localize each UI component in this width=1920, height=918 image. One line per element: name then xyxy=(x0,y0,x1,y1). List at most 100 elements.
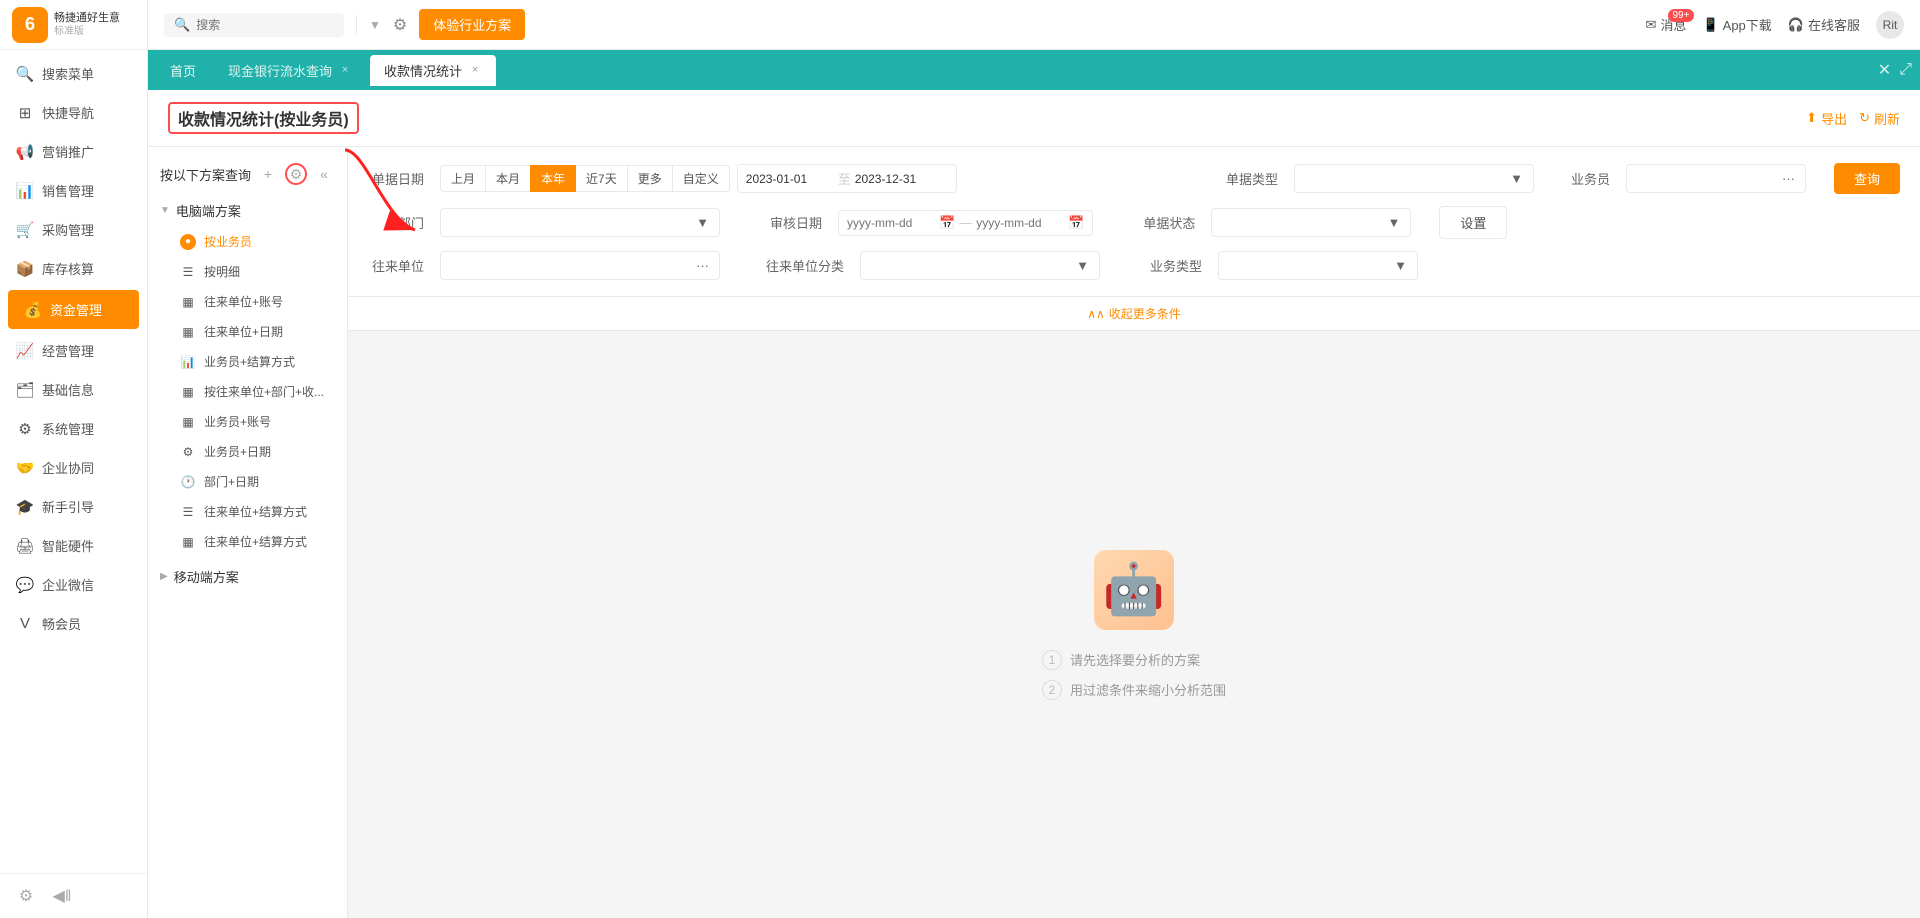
sidebar-item-enterprise[interactable]: 🤝 企业协同 xyxy=(0,448,147,487)
customer-category-dropdown[interactable]: ▼ xyxy=(860,251,1100,280)
scheme-item-customer-date[interactable]: ▦ 往来单位+日期 xyxy=(152,317,343,346)
scheme-item-by-salesperson[interactable]: ● 按业务员 xyxy=(152,227,343,256)
query-button[interactable]: 查询 xyxy=(1834,163,1900,194)
dept-arrow-icon: ▼ xyxy=(696,215,709,230)
tip-num-1: 1 xyxy=(1042,650,1062,670)
tab-bank-flow[interactable]: 现金银行流水查询 × xyxy=(214,55,366,86)
sidebar-item-wechat[interactable]: 💬 企业微信 xyxy=(0,565,147,604)
calendar-from-icon[interactable]: 📅 xyxy=(939,215,955,231)
review-date-label: 审核日期 xyxy=(766,213,822,232)
review-from-input[interactable] xyxy=(847,216,935,230)
date-tab-more[interactable]: 更多 xyxy=(627,165,673,192)
sidebar-item-member[interactable]: V 畅会员 xyxy=(0,604,147,643)
right-panel: 单据日期 上月 本月 本年 近7天 更多 自定义 xyxy=(348,147,1920,918)
account-icon: ▦ xyxy=(180,294,196,310)
search-input[interactable] xyxy=(196,18,326,32)
sidebar-item-basic[interactable]: 🗂 基础信息 xyxy=(0,370,147,409)
page-title: 收款情况统计(按业务员) xyxy=(178,106,349,130)
mobile-group-title[interactable]: ▶ 移动端方案 xyxy=(148,561,347,592)
app-download-btn[interactable]: 📱 App下载 xyxy=(1702,15,1771,34)
doc-status-dropdown[interactable]: ▼ xyxy=(1211,208,1411,237)
search-icon: 🔍 xyxy=(174,17,190,33)
biz-type-dropdown[interactable]: ▼ xyxy=(1218,251,1418,280)
panel-settings-icon[interactable]: ⚙ xyxy=(285,163,307,185)
scheme-item-salesperson-settlement[interactable]: 📊 业务员+结算方式 xyxy=(152,347,343,376)
sidebar-item-system[interactable]: ⚙ 系统管理 xyxy=(0,409,147,448)
sidebar-item-guide[interactable]: 🎓 新手引导 xyxy=(0,487,147,526)
sidebar-item-purchase[interactable]: 🛒 采购管理 xyxy=(0,210,147,249)
scheme-item-by-detail[interactable]: ☰ 按明细 xyxy=(152,257,343,286)
tab-bank-flow-close[interactable]: × xyxy=(338,63,352,77)
online-service-btn[interactable]: 🎧 在线客服 xyxy=(1788,15,1860,34)
settlement-icon: 📊 xyxy=(180,354,196,370)
calendar-to-icon[interactable]: 📅 xyxy=(1068,215,1084,231)
scheme-item-customer-dept-receipt[interactable]: ▦ 按往来单位+部门+收... xyxy=(152,377,343,406)
message-btn[interactable]: ✉ 消息 99+ xyxy=(1646,15,1687,34)
top-header: 🔍 ▼ ⚙ 体验行业方案 ✉ 消息 99+ 📱 App下载 🎧 在线客服 R xyxy=(148,0,1920,50)
scheme-item-customer-settlement2[interactable]: ▦ 往来单位+结算方式 xyxy=(152,527,343,556)
salesperson-dropdown[interactable]: ··· xyxy=(1626,164,1806,193)
date-tab-custom[interactable]: 自定义 xyxy=(672,165,730,192)
mobile-group-arrow-icon: ▶ xyxy=(160,571,168,582)
biz-type-arrow-icon: ▼ xyxy=(1394,258,1407,273)
sidebar-item-sales[interactable]: 📊 销售管理 xyxy=(0,171,147,210)
customer-dots-icon[interactable]: ··· xyxy=(696,258,709,273)
tab-receipt-stats[interactable]: 收款情况统计 × xyxy=(370,55,496,86)
date-tab-this-year[interactable]: 本年 xyxy=(530,165,576,192)
refresh-btn[interactable]: ↻ 刷新 xyxy=(1859,109,1900,128)
tip-num-2: 2 xyxy=(1042,680,1062,700)
sidebar-item-hardware[interactable]: 🖨 智能硬件 xyxy=(0,526,147,565)
review-date-separator: — xyxy=(959,215,972,230)
tabs-right-controls: ✕ ⤢ xyxy=(1878,60,1912,80)
sidebar-item-search[interactable]: 🔍 搜索菜单 xyxy=(0,54,147,93)
sidebar-item-finance[interactable]: 💰 资金管理 xyxy=(8,290,139,329)
date-tab-last-month[interactable]: 上月 xyxy=(440,165,486,192)
header-search-box[interactable]: 🔍 xyxy=(164,13,344,37)
export-btn[interactable]: ⬆ 导出 xyxy=(1806,109,1847,128)
sidebar-settings-icon[interactable]: ⚙ xyxy=(16,886,36,906)
breadcrumb: ▼ xyxy=(369,18,381,32)
desktop-group-title[interactable]: ▼ 电脑端方案 xyxy=(148,195,347,226)
date-from-input[interactable] xyxy=(746,172,834,186)
date-separator: 至 xyxy=(838,169,851,188)
scheme-item-salesperson-account[interactable]: ▦ 业务员+账号 xyxy=(152,407,343,436)
sidebar-item-inventory[interactable]: 📦 库存核算 xyxy=(0,249,147,288)
user-avatar[interactable]: Rit xyxy=(1876,11,1904,39)
sidebar-item-marketing[interactable]: 📢 营销推广 xyxy=(0,132,147,171)
customer-dropdown[interactable]: ··· xyxy=(440,251,720,280)
panel-add-icon[interactable]: + xyxy=(257,163,279,185)
message-icon: ✉ xyxy=(1646,17,1657,33)
collapse-up-icon: ∧∧ xyxy=(1087,307,1105,321)
message-badge: 99+ xyxy=(1668,9,1695,22)
tab-receipt-stats-close[interactable]: × xyxy=(468,63,482,77)
collapse-bar[interactable]: ∧∧ 收起更多条件 xyxy=(348,297,1920,331)
empty-state: 🤖 1 请先选择要分析的方案 2 用过滤条件来缩小分析范围 xyxy=(1042,550,1226,700)
dept-dropdown[interactable]: ▼ xyxy=(440,208,720,237)
tabs-close-all-icon[interactable]: ✕ xyxy=(1878,60,1891,80)
tab-home[interactable]: 首页 xyxy=(156,55,210,86)
date-label: 单据日期 xyxy=(368,169,424,188)
empty-tips: 1 请先选择要分析的方案 2 用过滤条件来缩小分析范围 xyxy=(1042,650,1226,700)
doc-status-label: 单据状态 xyxy=(1139,213,1195,232)
filter-row-date: 单据日期 上月 本月 本年 近7天 更多 自定义 xyxy=(368,163,1900,194)
sidebar-item-quick-nav[interactable]: ⊞ 快捷导航 xyxy=(0,93,147,132)
scheme-item-customer-account[interactable]: ▦ 往来单位+账号 xyxy=(152,287,343,316)
filter-row-dept: 部门 ▼ 审核日期 📅 — 📅 单据状态 xyxy=(368,206,1900,239)
settings-button[interactable]: 设置 xyxy=(1439,206,1507,239)
box-icon: 📦 xyxy=(16,260,34,278)
panel-collapse-icon[interactable]: « xyxy=(313,163,335,185)
tabs-maximize-icon[interactable]: ⤢ xyxy=(1899,61,1912,79)
scheme-item-customer-settlement1[interactable]: ☰ 往来单位+结算方式 xyxy=(152,497,343,526)
customer-category-label: 往来单位分类 xyxy=(766,256,844,275)
review-to-input[interactable] xyxy=(976,216,1064,230)
date-to-input[interactable] xyxy=(855,172,943,186)
sidebar-item-operation[interactable]: 📈 经营管理 xyxy=(0,331,147,370)
scheme-item-salesperson-date[interactable]: ⚙ 业务员+日期 xyxy=(152,437,343,466)
sidebar-collapse-icon[interactable]: ◀‖ xyxy=(52,886,72,906)
doc-type-dropdown[interactable]: ▼ xyxy=(1294,164,1534,193)
scheme-item-dept-date[interactable]: 🕐 部门+日期 xyxy=(152,467,343,496)
date-tab-last-7[interactable]: 近7天 xyxy=(575,165,628,192)
gear-settings-icon[interactable]: ⚙ xyxy=(393,15,407,35)
trial-button[interactable]: 体验行业方案 xyxy=(419,9,525,40)
date-tab-this-month[interactable]: 本月 xyxy=(485,165,531,192)
